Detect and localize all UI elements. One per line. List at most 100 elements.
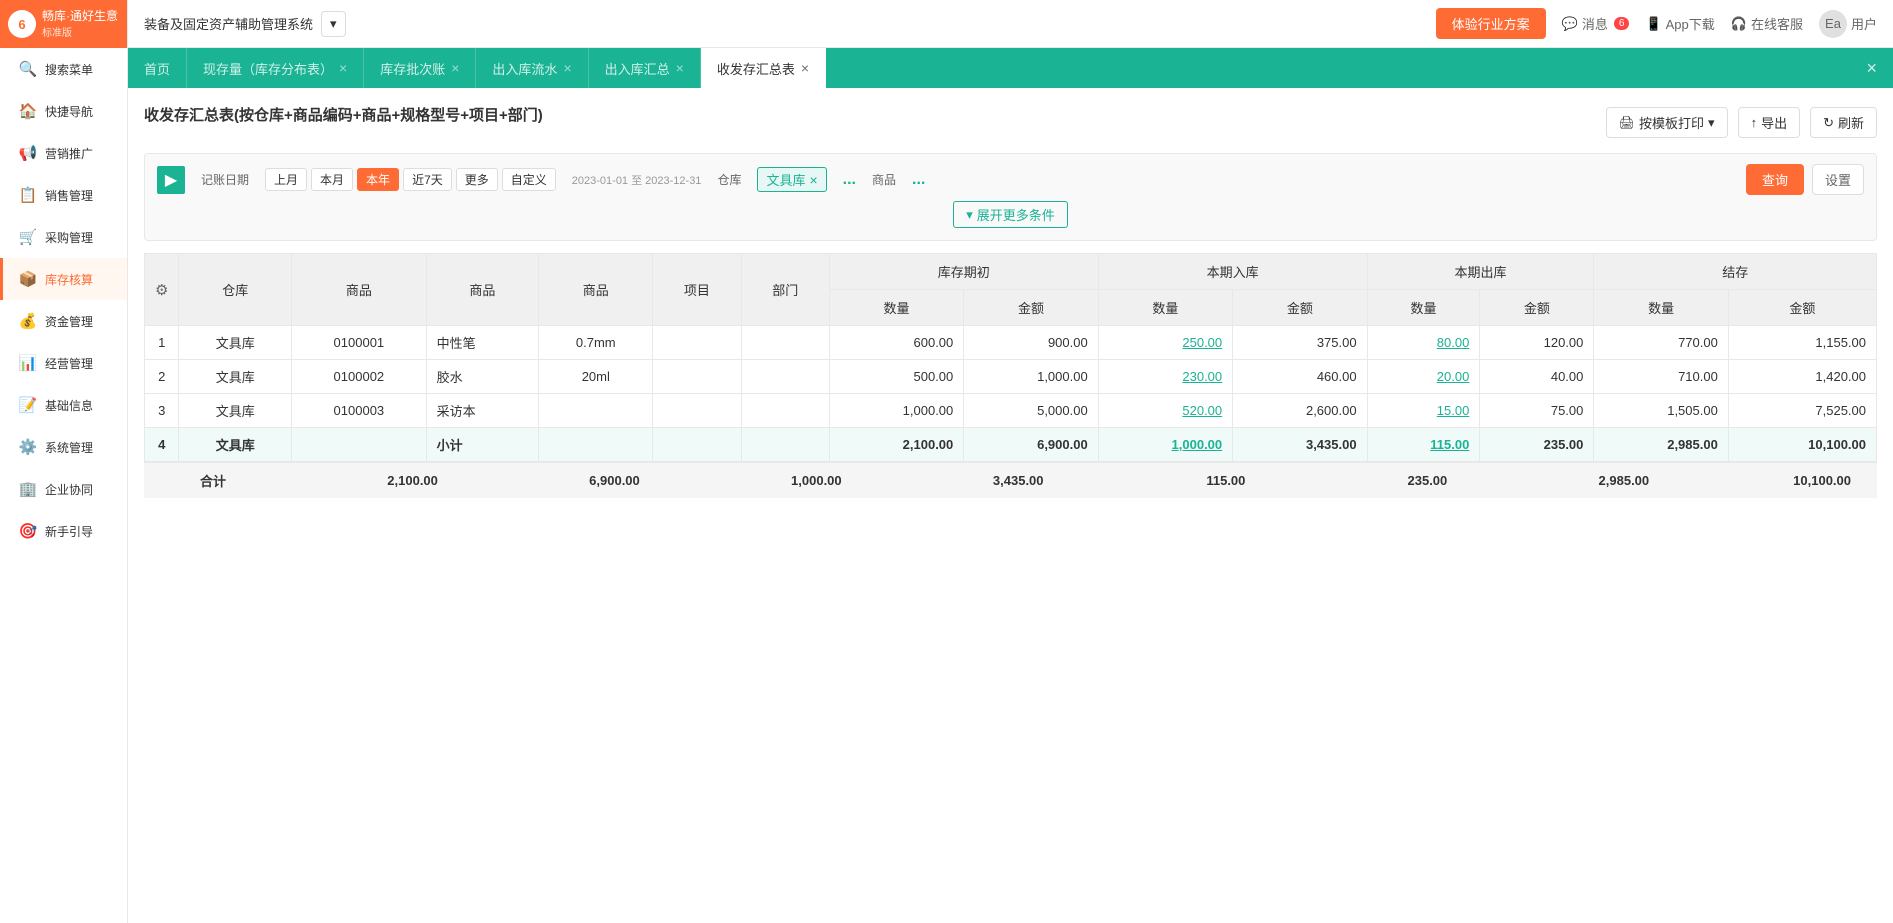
- row-in-qty[interactable]: 230.00: [1098, 360, 1232, 394]
- expand-more-btn[interactable]: ▾ 展开更多条件: [953, 201, 1068, 228]
- tab-stock-dist[interactable]: 现存量（库存分布表） ×: [187, 48, 364, 88]
- tab-close-flow[interactable]: ×: [563, 60, 571, 76]
- tabbar-close-all[interactable]: ×: [1850, 58, 1893, 79]
- tab-batch-ledger[interactable]: 库存批次账 ×: [364, 48, 476, 88]
- row-in-qty[interactable]: 1,000.00: [1098, 428, 1232, 462]
- row-bal-qty: 770.00: [1594, 326, 1728, 360]
- sidebar-item-finance[interactable]: 💰 资金管理: [0, 300, 127, 342]
- date-label: 记账日期: [201, 171, 249, 188]
- sidebar-item-enterprise[interactable]: 🏢 企业协同: [0, 468, 127, 510]
- row-num: 4: [145, 428, 179, 462]
- th-settings[interactable]: ⚙: [145, 254, 179, 326]
- row-open-qty: 600.00: [829, 326, 963, 360]
- row-bal-amt: 1,155.00: [1728, 326, 1876, 360]
- sidebar-item-system[interactable]: ⚙️ 系统管理: [0, 426, 127, 468]
- sidebar-item-business[interactable]: 📊 经营管理: [0, 342, 127, 384]
- row-out-qty[interactable]: 115.00: [1367, 428, 1480, 462]
- row-out-qty[interactable]: 20.00: [1367, 360, 1480, 394]
- gear-icon: ⚙️: [19, 438, 37, 456]
- total-label: 合计: [160, 471, 226, 490]
- sidebar-item-inventory[interactable]: 📦 库存核算: [0, 258, 127, 300]
- query-btn[interactable]: 查询: [1746, 164, 1804, 195]
- online-service-action[interactable]: 🎧 在线客服: [1731, 14, 1803, 33]
- sidebar-item-marketing[interactable]: 📢 营销推广: [0, 132, 127, 174]
- filter-arrow-btn[interactable]: ▶: [157, 166, 185, 194]
- money-icon: 💰: [19, 312, 37, 330]
- row-out-qty[interactable]: 80.00: [1367, 326, 1480, 360]
- topbar: 装备及固定资产辅助管理系统 ▾ 体验行业方案 💬 消息 6 📱 App下载 🎧 …: [128, 0, 1893, 48]
- row-open-amt: 5,000.00: [964, 394, 1098, 428]
- filter-expand-row: ▾ 展开更多条件: [157, 195, 1864, 230]
- warehouse-label: 仓库: [717, 171, 741, 188]
- row-project: [653, 428, 741, 462]
- date-btn-last-month[interactable]: 上月: [265, 168, 307, 191]
- row-bal-amt: 10,100.00: [1728, 428, 1876, 462]
- messages-action[interactable]: 💬 消息 6: [1562, 14, 1630, 33]
- row-in-amt: 3,435.00: [1233, 428, 1367, 462]
- row-spec: 20ml: [539, 360, 653, 394]
- export-btn[interactable]: ↑ 导出: [1738, 107, 1801, 138]
- goods-more-btn[interactable]: ...: [912, 171, 925, 189]
- th-opening-qty: 数量: [829, 290, 963, 326]
- row-name: 中性笔: [426, 326, 539, 360]
- row-bal-qty: 710.00: [1594, 360, 1728, 394]
- row-in-qty[interactable]: 520.00: [1098, 394, 1232, 428]
- th-opening: 库存期初: [829, 254, 1098, 290]
- system-dropdown[interactable]: ▾: [321, 11, 346, 37]
- total-bar: 合计 2,100.00 6,900.00 1,000.00 3,435.00 1…: [144, 462, 1877, 498]
- date-btn-this-year[interactable]: 本年: [357, 168, 399, 191]
- user-action[interactable]: Ea 用户: [1819, 10, 1877, 38]
- tab-home[interactable]: 首页: [128, 48, 187, 88]
- settings-btn[interactable]: 设置: [1812, 164, 1864, 195]
- warehouse-tag: 文具库 ×: [757, 167, 826, 192]
- tab-summary[interactable]: 出入库汇总 ×: [589, 48, 701, 88]
- settings-gear-icon[interactable]: ⚙: [155, 282, 168, 299]
- sidebar-item-basic-info[interactable]: 📝 基础信息: [0, 384, 127, 426]
- row-out-qty[interactable]: 15.00: [1367, 394, 1480, 428]
- th-opening-amt: 金额: [964, 290, 1098, 326]
- th-out-qty: 数量: [1367, 290, 1480, 326]
- date-btn-more[interactable]: 更多: [456, 168, 498, 191]
- row-dept: [741, 326, 829, 360]
- print-btn[interactable]: 🖨 按模板打印 ▾: [1606, 107, 1728, 138]
- page-title: 收发存汇总表(按仓库+商品编码+商品+规格型号+项目+部门): [144, 104, 543, 125]
- row-spec: [539, 428, 653, 462]
- total-cells: 2,100.00 6,900.00 1,000.00 3,435.00 115.…: [246, 473, 1861, 488]
- tab-flow[interactable]: 出入库流水 ×: [476, 48, 588, 88]
- warehouse-more-btn[interactable]: ...: [843, 171, 856, 189]
- printer-icon: 🖨: [1619, 115, 1636, 131]
- row-warehouse: 文具库: [179, 428, 292, 462]
- sidebar-item-guide[interactable]: 🎯 新手引导: [0, 510, 127, 552]
- date-btn-this-month[interactable]: 本月: [311, 168, 353, 191]
- tab-close-summary[interactable]: ×: [676, 60, 684, 76]
- experience-btn[interactable]: 体验行业方案: [1436, 8, 1546, 39]
- row-in-qty[interactable]: 250.00: [1098, 326, 1232, 360]
- row-in-amt: 375.00: [1233, 326, 1367, 360]
- table-row: 1 文具库 0100001 中性笔 0.7mm 600.00 900.00 25…: [145, 326, 1877, 360]
- tab-recv-send[interactable]: 收发存汇总表 ×: [701, 48, 826, 88]
- row-out-amt: 120.00: [1480, 326, 1594, 360]
- sidebar-item-search[interactable]: 🔍 搜索菜单: [0, 48, 127, 90]
- sidebar: 6 畅库·通好生意 标准版 🔍 搜索菜单 🏠 快捷导航 📢 营销推广 📋 销售管…: [0, 0, 128, 923]
- sidebar-item-sales[interactable]: 📋 销售管理: [0, 174, 127, 216]
- avatar: Ea: [1819, 10, 1847, 38]
- sidebar-item-purchase[interactable]: 🛒 采购管理: [0, 216, 127, 258]
- row-code: [292, 428, 426, 462]
- tab-close-stock-dist[interactable]: ×: [339, 60, 347, 76]
- tab-close-batch-ledger[interactable]: ×: [451, 60, 459, 76]
- box-icon: 📦: [19, 270, 37, 288]
- tab-close-recv-send[interactable]: ×: [801, 60, 809, 76]
- row-name: 采访本: [426, 394, 539, 428]
- date-btn-last-7[interactable]: 近7天: [403, 168, 452, 191]
- refresh-btn[interactable]: ↻ 刷新: [1810, 107, 1877, 138]
- main-area: 装备及固定资产辅助管理系统 ▾ 体验行业方案 💬 消息 6 📱 App下载 🎧 …: [128, 0, 1893, 923]
- sidebar-header: 6 畅库·通好生意 标准版: [0, 0, 127, 48]
- app-download-action[interactable]: 📱 App下载: [1645, 14, 1714, 33]
- warehouse-tag-close[interactable]: ×: [809, 172, 817, 188]
- row-num: 2: [145, 360, 179, 394]
- sidebar-item-label: 搜索菜单: [45, 61, 93, 78]
- sidebar-item-quick-nav[interactable]: 🏠 快捷导航: [0, 90, 127, 132]
- headset-icon: 🎧: [1731, 16, 1747, 32]
- date-btn-custom[interactable]: 自定义: [502, 168, 556, 191]
- row-in-amt: 2,600.00: [1233, 394, 1367, 428]
